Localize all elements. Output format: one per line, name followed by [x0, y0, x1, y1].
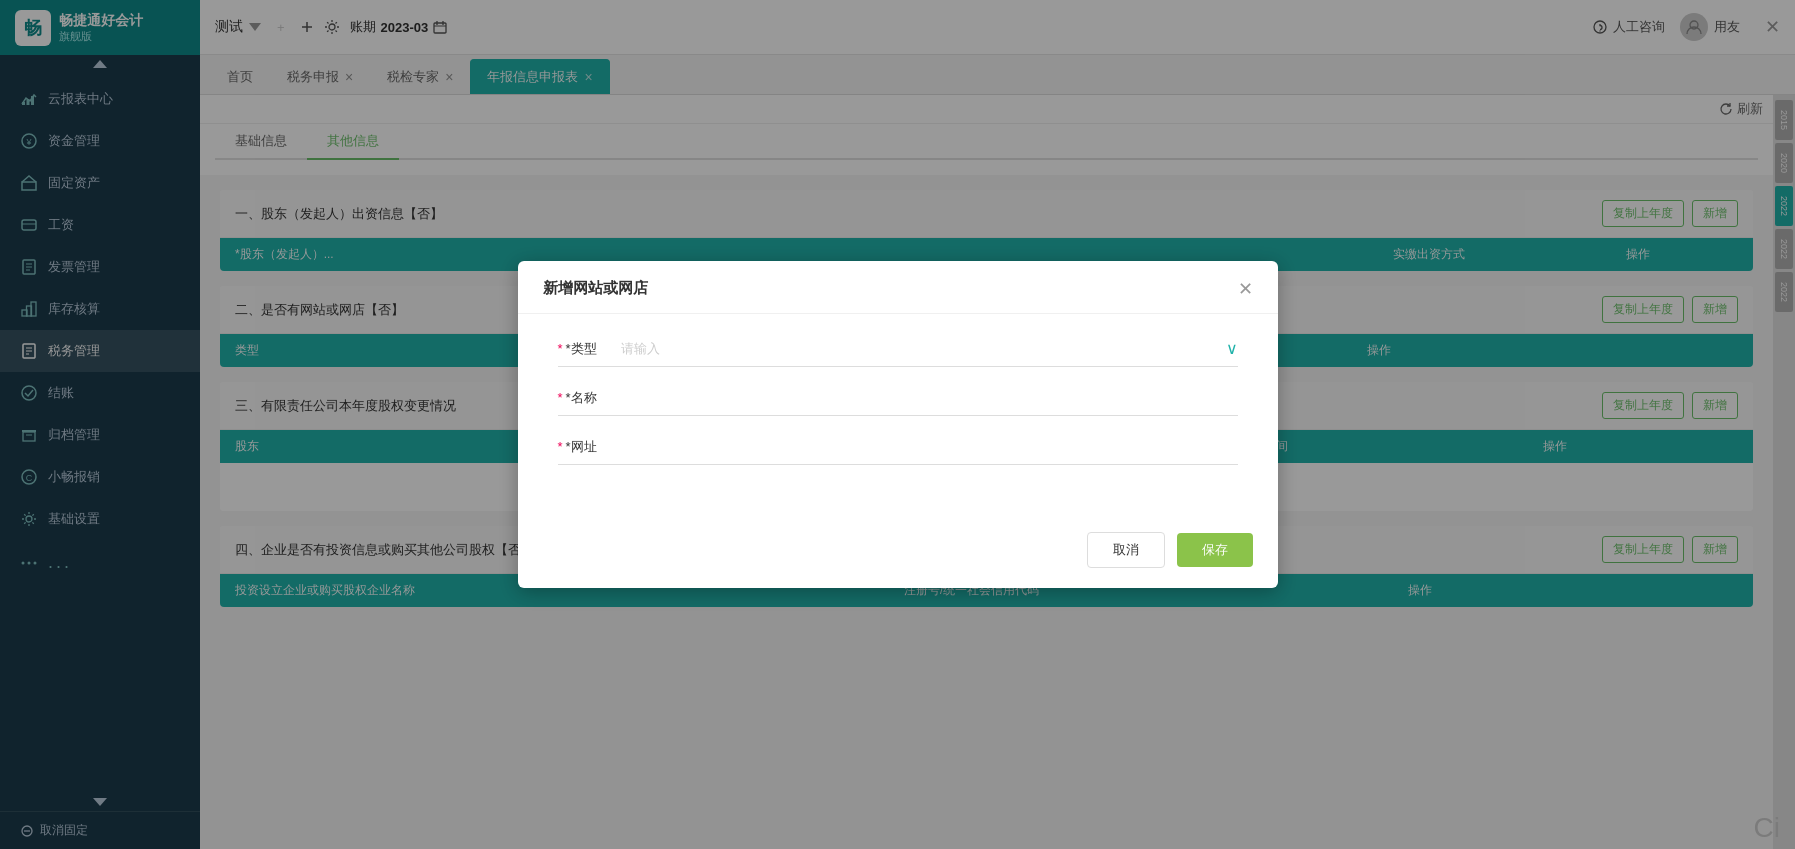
- form-label-name: **名称: [558, 389, 603, 407]
- form-field-url: **网址: [558, 438, 1238, 465]
- type-input[interactable]: [621, 341, 1216, 356]
- modal-title: 新增网站或网店: [543, 279, 648, 298]
- modal-close-btn[interactable]: ✕: [1238, 280, 1253, 298]
- modal-header: 新增网站或网店 ✕: [518, 261, 1278, 314]
- form-label-type: **类型: [558, 340, 603, 358]
- form-row-type: **类型 ∨: [558, 339, 1238, 367]
- modal-body: **类型 ∨ **名称 **网址: [518, 314, 1278, 517]
- save-btn[interactable]: 保存: [1177, 533, 1253, 567]
- form-field-name: **名称: [558, 389, 1238, 416]
- cancel-btn[interactable]: 取消: [1087, 532, 1165, 568]
- modal-add-website: 新增网站或网店 ✕ **类型 ∨ **名称: [518, 261, 1278, 588]
- form-row-url: **网址: [558, 438, 1238, 465]
- form-label-url: **网址: [558, 438, 603, 456]
- form-field-type: **类型 ∨: [558, 339, 1238, 367]
- form-row-name: **名称: [558, 389, 1238, 416]
- name-input[interactable]: [621, 391, 1238, 406]
- modal-footer: 取消 保存: [518, 517, 1278, 588]
- url-input[interactable]: [621, 440, 1238, 455]
- modal-overlay: 新增网站或网店 ✕ **类型 ∨ **名称: [0, 0, 1795, 849]
- type-dropdown-icon[interactable]: ∨: [1226, 339, 1238, 358]
